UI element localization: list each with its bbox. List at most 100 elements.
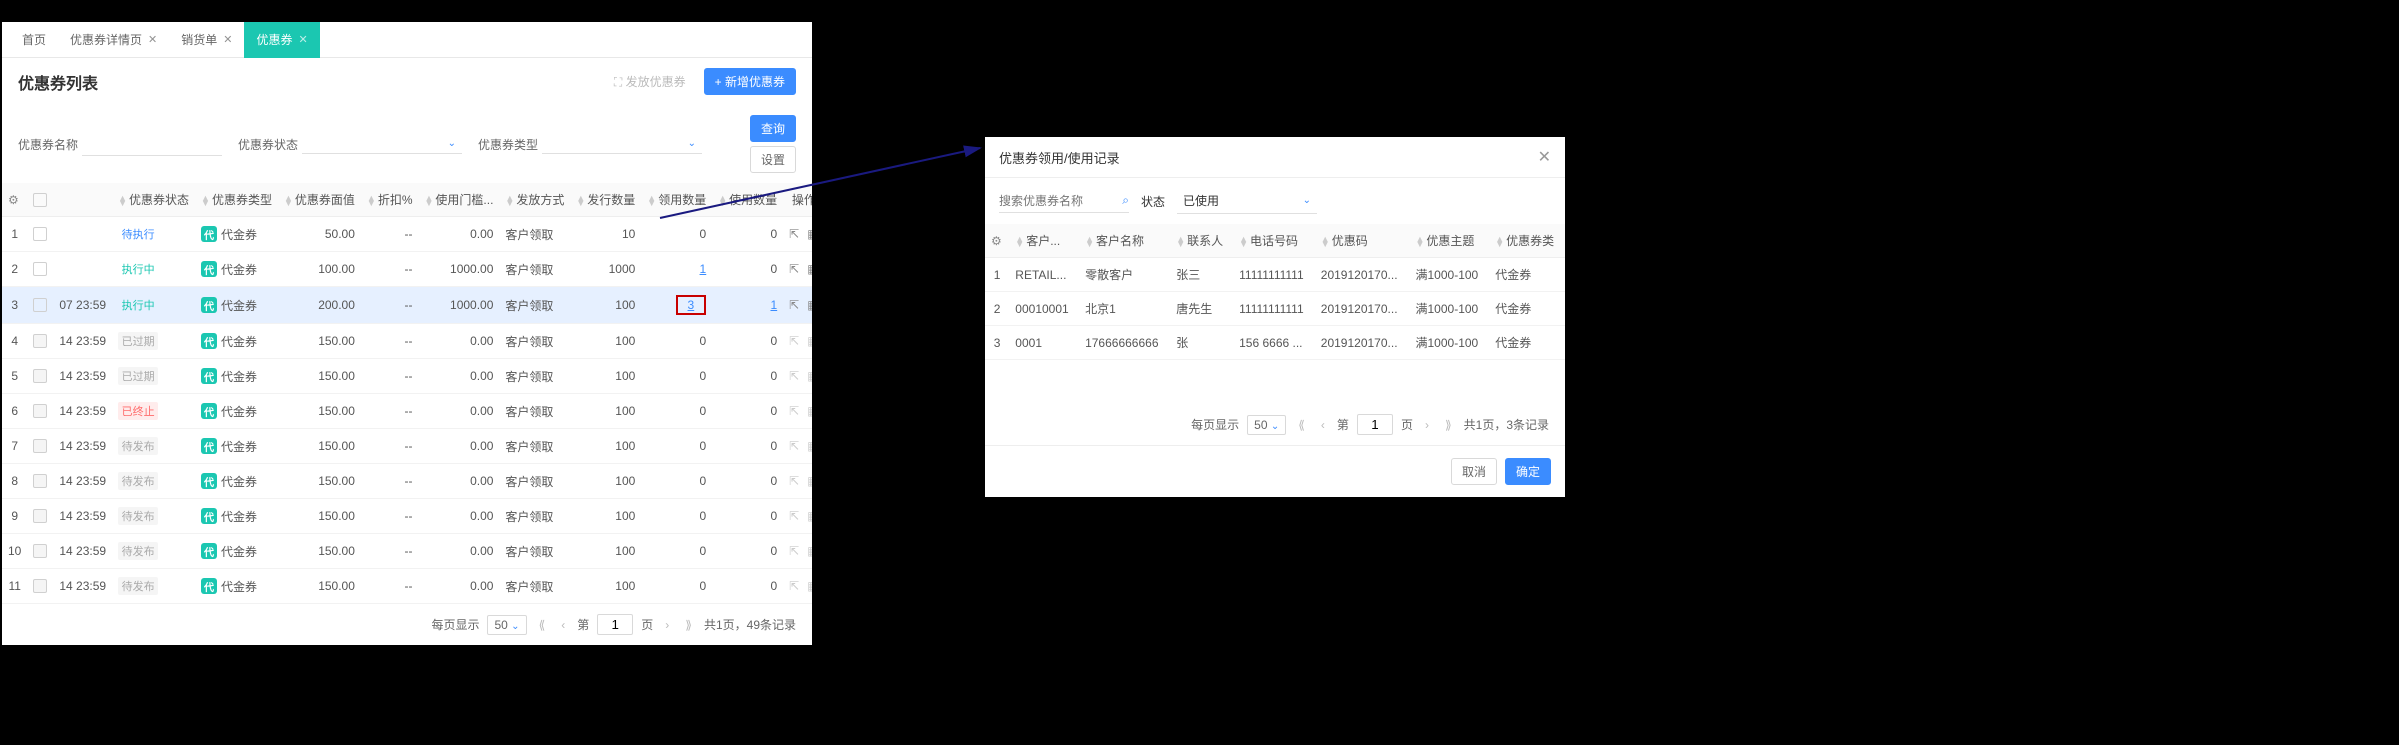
last-page-button[interactable]: ⟫ xyxy=(681,618,696,632)
table-row[interactable]: 414 23:59已过期代代金券150.00--0.00客户领取10000⇱▦ xyxy=(2,324,812,359)
status-badge: 执行中 xyxy=(118,260,158,278)
table-row[interactable]: 714 23:59待发布代代金券150.00--0.00客户领取10000⇱▦ xyxy=(2,429,812,464)
col-type[interactable]: ▲▼优惠券类型 xyxy=(195,183,278,217)
modal-prev-page-button[interactable]: ‹ xyxy=(1317,418,1329,432)
sort-icon[interactable]: ▲▼ xyxy=(718,196,727,206)
filter-status-select[interactable]: ⌄ xyxy=(302,134,462,154)
sort-icon[interactable]: ▲▼ xyxy=(1321,237,1330,247)
prev-page-button[interactable]: ‹ xyxy=(557,618,569,632)
page-input[interactable] xyxy=(597,614,633,635)
modal-next-page-button[interactable]: › xyxy=(1421,418,1433,432)
gear-icon[interactable]: ⚙ xyxy=(8,193,19,207)
qr-icon[interactable]: ▦ xyxy=(807,262,812,276)
query-button[interactable]: 查询 xyxy=(750,115,796,142)
sort-icon[interactable]: ▲▼ xyxy=(1085,237,1094,247)
close-icon[interactable]: ✕ xyxy=(299,33,308,46)
sort-icon[interactable]: ▲▼ xyxy=(118,196,127,206)
table-row[interactable]: 200010001北京1唐先生111111111112019120170...满… xyxy=(985,292,1565,326)
use-count-link[interactable]: 1 xyxy=(770,298,777,312)
modal-search-input[interactable] xyxy=(999,190,1122,212)
table-row[interactable]: 914 23:59待发布代代金券150.00--0.00客户领取10000⇱▦ xyxy=(2,499,812,534)
table-row[interactable]: 814 23:59待发布代代金券150.00--0.00客户领取10000⇱▦ xyxy=(2,464,812,499)
qr-icon[interactable]: ▦ xyxy=(807,298,812,312)
row-checkbox[interactable] xyxy=(33,298,47,312)
col-receive-qty[interactable]: ▲▼领用数量 xyxy=(641,183,712,217)
col-use-qty[interactable]: ▲▼使用数量 xyxy=(712,183,783,217)
search-icon[interactable]: ⌕ xyxy=(1122,193,1129,208)
confirm-button[interactable]: 确定 xyxy=(1505,458,1551,485)
col-face[interactable]: ▲▼优惠券面值 xyxy=(278,183,361,217)
add-coupon-button[interactable]: + 新增优惠券 xyxy=(704,68,796,95)
sort-icon[interactable]: ▲▼ xyxy=(1239,237,1248,247)
col-customer-code[interactable]: ▲▼客户... xyxy=(1009,224,1079,258)
receive-count-link[interactable]: 3 xyxy=(688,298,695,312)
filter-name-input[interactable] xyxy=(82,133,222,156)
col-status[interactable]: ▲▼优惠券状态 xyxy=(112,183,195,217)
receive-count-link[interactable]: 1 xyxy=(700,262,707,276)
tab[interactable]: 优惠券✕ xyxy=(244,22,319,58)
sort-icon[interactable]: ▲▼ xyxy=(1416,237,1425,247)
qr-icon: ▦ xyxy=(807,474,812,488)
sort-icon[interactable]: ▲▼ xyxy=(424,196,433,206)
table-row[interactable]: 3000117666666666张156 6666 ...2019120170.… xyxy=(985,326,1565,360)
col-phone[interactable]: ▲▼电话号码 xyxy=(1233,224,1315,258)
per-page-select[interactable]: 50 ⌄ xyxy=(487,615,526,635)
cancel-button[interactable]: 取消 xyxy=(1451,458,1497,485)
modal-page-input[interactable] xyxy=(1357,414,1393,435)
tab[interactable]: 首页 xyxy=(10,22,58,58)
table-row[interactable]: 307 23:59执行中代代金券200.00--1000.00客户领取10031… xyxy=(2,287,812,324)
sort-icon[interactable]: ▲▼ xyxy=(367,196,376,206)
sort-icon[interactable]: ▲▼ xyxy=(576,196,585,206)
tab[interactable]: 优惠券详情页✕ xyxy=(58,22,169,58)
sort-icon[interactable]: ▲▼ xyxy=(201,196,210,206)
sort-icon[interactable]: ▲▼ xyxy=(1015,237,1024,247)
row-checkbox[interactable] xyxy=(33,227,47,241)
select-all-checkbox[interactable] xyxy=(33,193,47,207)
share-icon[interactable]: ⇱ xyxy=(789,298,799,312)
modal-last-page-button[interactable]: ⟫ xyxy=(1441,418,1456,432)
table-row[interactable]: 1114 23:59待发布代代金券150.00--0.00客户领取10000⇱▦ xyxy=(2,569,812,604)
row-checkbox xyxy=(33,509,47,523)
first-page-button[interactable]: ⟪ xyxy=(535,618,550,632)
modal-first-page-button[interactable]: ⟪ xyxy=(1294,418,1309,432)
col-issue-qty[interactable]: ▲▼发行数量 xyxy=(570,183,641,217)
filter-type-select[interactable]: ⌄ xyxy=(542,134,702,154)
close-icon[interactable]: ✕ xyxy=(148,33,157,46)
gear-icon[interactable]: ⚙ xyxy=(991,234,1002,248)
distribute-coupon-button[interactable]: ⛶ 发放优惠券 xyxy=(604,69,696,94)
col-subject[interactable]: ▲▼优惠主题 xyxy=(1410,224,1490,258)
modal-search-box[interactable]: ⌕ xyxy=(999,190,1129,213)
sort-icon[interactable]: ▲▼ xyxy=(1176,237,1185,247)
col-threshold[interactable]: ▲▼使用门槛... xyxy=(418,183,499,217)
settings-button[interactable]: 设置 xyxy=(750,146,796,173)
modal-status-select[interactable]: 已使用 ⌄ xyxy=(1177,188,1317,214)
table-row[interactable]: 614 23:59已终止代代金券150.00--0.00客户领取10000⇱▦ xyxy=(2,394,812,429)
qr-icon[interactable]: ▦ xyxy=(807,227,812,241)
close-icon[interactable]: ✕ xyxy=(223,33,232,46)
table-row[interactable]: 1RETAIL...零散客户张三111111111112019120170...… xyxy=(985,258,1565,292)
table-row[interactable]: 514 23:59已过期代代金券150.00--0.00客户领取10000⇱▦ xyxy=(2,359,812,394)
tab[interactable]: 销货单✕ xyxy=(169,22,244,58)
next-page-button[interactable]: › xyxy=(661,618,673,632)
sort-icon[interactable]: ▲▼ xyxy=(647,196,656,206)
close-icon[interactable]: ✕ xyxy=(1538,147,1551,167)
col-discount[interactable]: ▲▼折扣% xyxy=(361,183,419,217)
use-qty: 0 xyxy=(712,569,783,604)
sort-icon[interactable]: ▲▼ xyxy=(505,196,514,206)
issue-qty: 100 xyxy=(570,429,641,464)
sort-icon[interactable]: ▲▼ xyxy=(284,196,293,206)
col-customer-name[interactable]: ▲▼客户名称 xyxy=(1079,224,1170,258)
col-coupon-code[interactable]: ▲▼优惠码 xyxy=(1315,224,1410,258)
table-row[interactable]: 1待执行代代金券50.00--0.00客户领取1000⇱▦ xyxy=(2,217,812,252)
col-method[interactable]: ▲▼发放方式 xyxy=(499,183,570,217)
col-coupon-type[interactable]: ▲▼优惠券类 xyxy=(1489,224,1565,258)
modal-per-page-select[interactable]: 50 ⌄ xyxy=(1247,415,1286,435)
share-icon[interactable]: ⇱ xyxy=(789,227,799,241)
share-icon[interactable]: ⇱ xyxy=(789,262,799,276)
table-row[interactable]: 1014 23:59待发布代代金券150.00--0.00客户领取10000⇱▦ xyxy=(2,534,812,569)
col-contact[interactable]: ▲▼联系人 xyxy=(1170,224,1233,258)
table-row[interactable]: 2执行中代代金券100.00--1000.00客户领取100010⇱▦ xyxy=(2,252,812,287)
qr-icon: ▦ xyxy=(807,439,812,453)
row-checkbox[interactable] xyxy=(33,262,47,276)
sort-icon[interactable]: ▲▼ xyxy=(1495,237,1504,247)
